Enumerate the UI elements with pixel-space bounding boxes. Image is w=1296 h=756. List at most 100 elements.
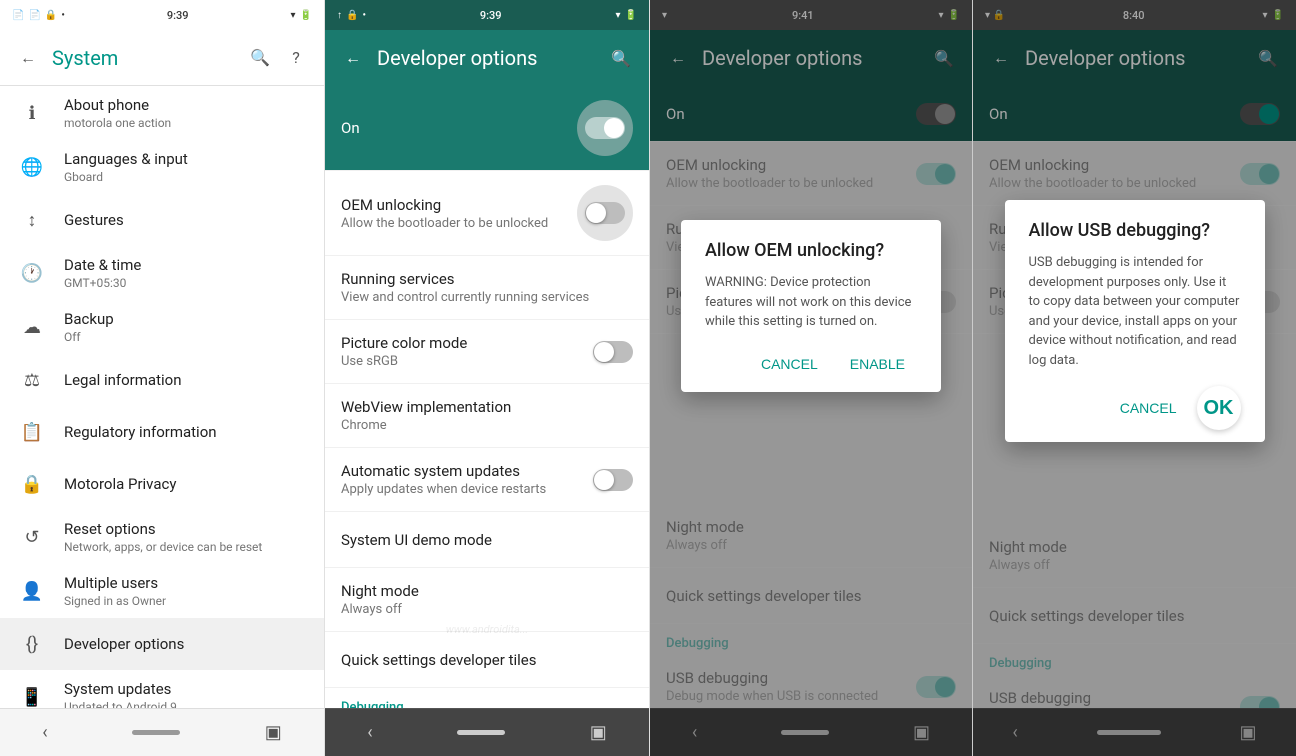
sidebar-item-legal[interactable]: ⚖ Legal information [0, 354, 324, 406]
usb-ok-btn[interactable]: OK [1197, 386, 1241, 430]
quick-settings-item[interactable]: Quick settings developer tiles [325, 632, 649, 688]
oem-unlocking-item[interactable]: OEM unlocking Allow the bootloader to be… [325, 171, 649, 256]
night-mode-item[interactable]: Night mode Always off [325, 568, 649, 632]
oem-subtitle: Allow the bootloader to be unlocked [341, 216, 548, 231]
developer-icon: {} [16, 628, 48, 660]
dot-icon: • [61, 10, 65, 21]
running-subtitle: View and control currently running servi… [341, 290, 589, 305]
dialog-overlay-r2: Allow USB debugging? USB debugging is in… [973, 0, 1296, 756]
oem-toggle[interactable] [585, 202, 625, 224]
time-middle: 9:39 [480, 9, 502, 22]
webview-subtitle: Chrome [341, 418, 511, 433]
datetime-sublabel: GMT+05:30 [64, 276, 141, 290]
auto-toggle[interactable] [593, 469, 633, 491]
sidebar-item-updates[interactable]: 📱 System updates Updated to Android 9 [0, 670, 324, 708]
system-ui-item[interactable]: System UI demo mode [325, 512, 649, 568]
updates-icon: 📱 [16, 681, 48, 708]
usb-dialog-body: USB debugging is intended for developmen… [1029, 253, 1241, 370]
toolbar-title-left: System [52, 46, 236, 70]
sidebar-item-backup[interactable]: ☁ Backup Off [0, 300, 324, 354]
sidebar-item-datetime[interactable]: 🕐 Date & time GMT+05:30 [0, 246, 324, 300]
auto-title: Automatic system updates [341, 462, 546, 480]
oem-dialog-buttons: Cancel Enable [705, 348, 917, 380]
search-button-left[interactable]: 🔍 [248, 46, 272, 70]
battery-icon-mid: 🔋 [625, 10, 637, 21]
sidebar-item-languages[interactable]: 🌐 Languages & input Gboard [0, 140, 324, 194]
oem-title: OEM unlocking [341, 196, 548, 214]
home-indicator-left[interactable] [132, 730, 180, 735]
webview-title: WebView implementation [341, 398, 511, 416]
bottom-nav-left: ‹ ▣ [0, 708, 324, 756]
back-button-left[interactable]: ← [16, 46, 40, 70]
updates-label: System updates [64, 680, 177, 698]
home-indicator-middle[interactable] [457, 730, 505, 735]
gestures-label: Gestures [64, 211, 124, 229]
gestures-icon: ↕ [16, 204, 48, 236]
reset-icon: ↺ [16, 521, 48, 553]
oem-dialog-title: Allow OEM unlocking? [705, 240, 917, 261]
about-icon: ℹ [16, 97, 48, 129]
users-icon: 👤 [16, 575, 48, 607]
sidebar-item-privacy[interactable]: 🔒 Motorola Privacy [0, 458, 324, 510]
on-toggle-overlay [577, 100, 633, 156]
status-bar-middle: ↑ 🔒 • 9:39 ▾ 🔋 [325, 0, 649, 30]
system-ui-title: System UI demo mode [341, 531, 492, 549]
recents-nav-middle[interactable]: ▣ [590, 722, 607, 743]
about-sublabel: motorola one action [64, 116, 171, 130]
privacy-label: Motorola Privacy [64, 475, 176, 493]
sidebar-item-gestures[interactable]: ↕ Gestures [0, 194, 324, 246]
left-status-icons: 📄 📄 🔒 • [12, 10, 65, 21]
help-button-left[interactable]: ? [284, 46, 308, 70]
on-row-middle[interactable]: On [325, 86, 649, 171]
usb-dialog-buttons: Cancel OK [1029, 386, 1241, 430]
about-label: About phone [64, 96, 171, 114]
back-button-middle[interactable]: ← [341, 46, 365, 70]
webview-item[interactable]: WebView implementation Chrome [325, 384, 649, 448]
toolbar-middle: ← Developer options 🔍 [325, 30, 649, 86]
right-panel-2: ▾ 🔒 8:40 ▾ 🔋 ← Developer options 🔍 On OE… [973, 0, 1296, 756]
middle-left-status: ↑ 🔒 • [337, 10, 366, 21]
sidebar-item-users[interactable]: 👤 Multiple users Signed in as Owner [0, 564, 324, 618]
running-services-item[interactable]: Running services View and control curren… [325, 256, 649, 320]
on-toggle-middle[interactable] [585, 117, 625, 139]
backup-sublabel: Off [64, 330, 114, 344]
auto-subtitle: Apply updates when device restarts [341, 482, 546, 497]
sidebar-item-regulatory[interactable]: 📋 Regulatory information [0, 406, 324, 458]
middle-panel: ↑ 🔒 • 9:39 ▾ 🔋 ← Developer options 🔍 On … [325, 0, 650, 756]
usb-dialog-title: Allow USB debugging? [1029, 220, 1241, 241]
back-nav-middle[interactable]: ‹ [367, 722, 372, 743]
backup-label: Backup [64, 310, 114, 328]
battery-icon-left: 🔋 [300, 10, 312, 21]
back-nav-left[interactable]: ‹ [42, 722, 47, 743]
quick-title: Quick settings developer tiles [341, 651, 536, 669]
sidebar-content: ℹ About phone motorola one action 🌐 Lang… [0, 86, 324, 708]
search-button-middle[interactable]: 🔍 [609, 46, 633, 70]
running-title: Running services [341, 270, 589, 288]
picture-color-item[interactable]: Picture color mode Use sRGB [325, 320, 649, 384]
sidebar-item-reset[interactable]: ↺ Reset options Network, apps, or device… [0, 510, 324, 564]
privacy-icon: 🔒 [16, 468, 48, 500]
languages-label: Languages & input [64, 150, 188, 168]
recents-nav-left[interactable]: ▣ [265, 722, 282, 743]
oem-enable-btn[interactable]: Enable [838, 348, 917, 380]
usb-dialog: Allow USB debugging? USB debugging is in… [1005, 200, 1265, 442]
auto-updates-item[interactable]: Automatic system updates Apply updates w… [325, 448, 649, 512]
right-panel-1: ▾ 9:41 ▾ 🔋 ← Developer options 🔍 On OEM … [650, 0, 973, 756]
night-subtitle: Always off [341, 602, 419, 617]
sidebar-item-about[interactable]: ℹ About phone motorola one action [0, 86, 324, 140]
picture-subtitle: Use sRGB [341, 354, 467, 369]
regulatory-icon: 📋 [16, 416, 48, 448]
reset-label: Reset options [64, 520, 262, 538]
sidebar-item-developer[interactable]: {} Developer options [0, 618, 324, 670]
languages-icon: 🌐 [16, 151, 48, 183]
usb-cancel-btn[interactable]: Cancel [1108, 386, 1189, 430]
arrow-icon-mid: ↑ [337, 10, 342, 21]
reset-sublabel: Network, apps, or device can be reset [64, 540, 262, 554]
dialog-overlay-r1: Allow OEM unlocking? WARNING: Device pro… [650, 0, 972, 756]
oem-cancel-btn[interactable]: Cancel [749, 348, 830, 380]
picture-toggle[interactable] [593, 341, 633, 363]
on-toggle-thumb-middle [604, 118, 624, 138]
users-label: Multiple users [64, 574, 166, 592]
datetime-icon: 🕐 [16, 257, 48, 289]
oem-dialog: Allow OEM unlocking? WARNING: Device pro… [681, 220, 941, 392]
